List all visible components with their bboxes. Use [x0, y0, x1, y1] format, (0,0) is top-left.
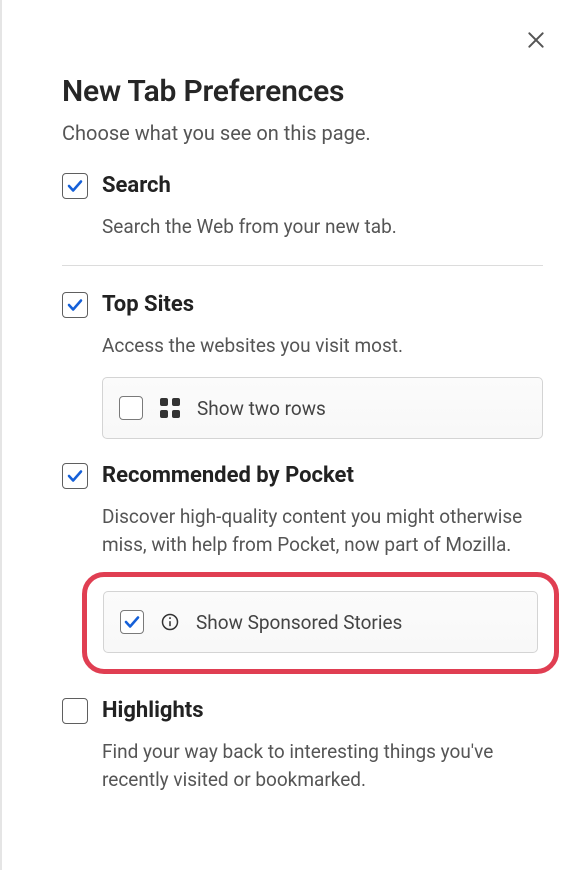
- top-sites-desc: Access the websites you visit most.: [102, 332, 543, 360]
- highlights-desc: Find your way back to interesting things…: [102, 738, 543, 793]
- new-tab-preferences-panel: New Tab Preferences Choose what you see …: [0, 0, 581, 870]
- top-sites-checkbox[interactable]: [62, 292, 88, 318]
- sponsored-stories-setting: Show Sponsored Stories: [103, 591, 538, 653]
- sponsored-highlight-frame: Show Sponsored Stories: [82, 572, 559, 674]
- top-sites-rows-setting: Show two rows: [102, 377, 543, 439]
- section-highlights: Highlights Find your way back to interes…: [62, 698, 543, 793]
- sponsored-stories-checkbox[interactable]: [120, 610, 144, 634]
- search-title: Search: [102, 173, 543, 199]
- close-button[interactable]: [521, 26, 551, 56]
- spacer: [36, 439, 543, 463]
- search-desc: Search the Web from your new tab.: [102, 213, 543, 241]
- spacer: [36, 674, 543, 698]
- section-top-sites: Top Sites Access the websites you visit …: [62, 292, 543, 440]
- page-subtitle: Choose what you see on this page.: [62, 121, 543, 145]
- pocket-title: Recommended by Pocket: [102, 463, 543, 489]
- show-two-rows-label: Show two rows: [197, 397, 326, 420]
- close-icon: [526, 30, 546, 53]
- info-icon[interactable]: [160, 612, 180, 632]
- show-two-rows-checkbox[interactable]: [119, 396, 143, 420]
- section-pocket: Recommended by Pocket Discover high-qual…: [62, 463, 543, 674]
- search-checkbox[interactable]: [62, 173, 88, 199]
- sponsored-stories-label: Show Sponsored Stories: [196, 611, 402, 634]
- highlights-title: Highlights: [102, 698, 543, 724]
- divider: [62, 265, 543, 266]
- page-title: New Tab Preferences: [62, 74, 543, 109]
- grid-icon: [159, 397, 181, 419]
- pocket-desc: Discover high-quality content you might …: [102, 503, 543, 558]
- pocket-checkbox[interactable]: [62, 463, 88, 489]
- section-search: Search Search the Web from your new tab.: [62, 173, 543, 241]
- top-sites-title: Top Sites: [102, 292, 543, 318]
- highlights-checkbox[interactable]: [62, 698, 88, 724]
